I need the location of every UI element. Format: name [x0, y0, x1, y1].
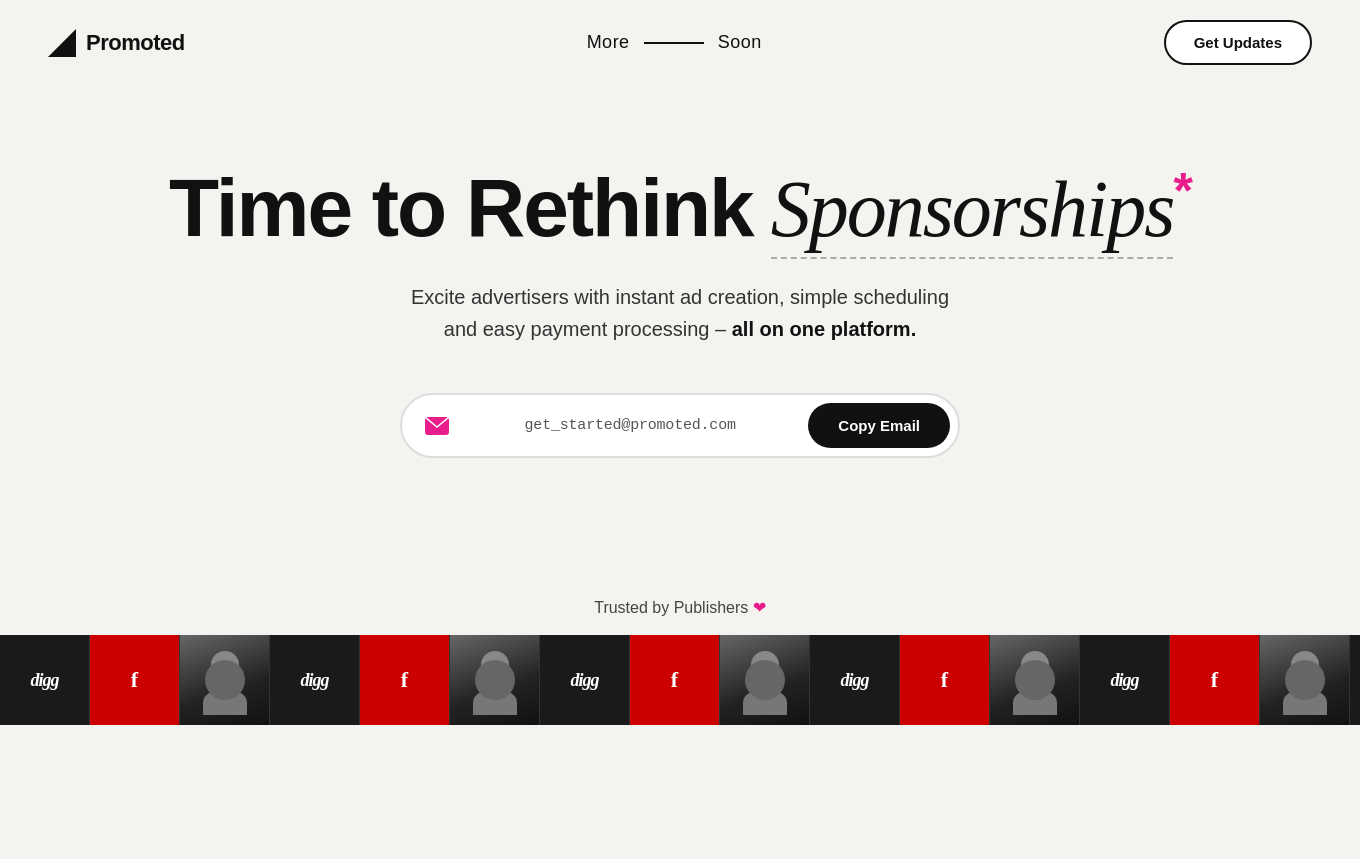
- email-icon: [422, 415, 452, 437]
- trusted-label: Trusted by Publishers ❤: [0, 598, 1360, 617]
- heart-icon: ❤: [753, 599, 766, 616]
- logo-item: f: [360, 635, 450, 725]
- logo-item: digg: [540, 635, 630, 725]
- email-widget: get_started@promoted.com Copy Email: [400, 393, 960, 458]
- hero-title-regular: Time to Rethink: [169, 165, 753, 251]
- logo-item: [720, 635, 810, 725]
- logo-item: digg: [810, 635, 900, 725]
- nav-more-label: More: [587, 32, 630, 53]
- logo-item: f: [900, 635, 990, 725]
- logo-item: f: [1170, 635, 1260, 725]
- logo-item: digg: [1350, 635, 1360, 725]
- logo-icon: [48, 29, 76, 57]
- hero-title-script: Sponsorships: [771, 165, 1174, 259]
- trusted-text: Trusted by Publishers: [594, 599, 748, 616]
- logo-strip-container: diggfdiggfdiggfdiggfdiggfdiggfdiggfdiggf…: [0, 635, 1360, 725]
- nav-divider-line: [644, 42, 704, 44]
- logo-item: f: [90, 635, 180, 725]
- logo-strip: diggfdiggfdiggfdiggfdiggfdiggfdiggfdiggf…: [0, 635, 1360, 725]
- email-address: get_started@promoted.com: [464, 417, 796, 434]
- logo-item: [990, 635, 1080, 725]
- logo-item: digg: [0, 635, 90, 725]
- logo-item: [450, 635, 540, 725]
- logo[interactable]: Promoted: [48, 29, 185, 57]
- logo-item: [1260, 635, 1350, 725]
- hero-subtitle-line1: Excite advertisers with instant ad creat…: [411, 286, 949, 308]
- logo-text: Promoted: [86, 30, 185, 56]
- hero-title-script-wrapper: Sponsorships*: [771, 165, 1191, 251]
- logo-item: [180, 635, 270, 725]
- hero-subtitle-bold: all on one platform.: [732, 318, 916, 340]
- nav-soon-label: Soon: [718, 32, 762, 53]
- hero-subtitle-line2: and easy payment processing –: [444, 318, 726, 340]
- svg-marker-0: [48, 29, 76, 57]
- hero-subtitle: Excite advertisers with instant ad creat…: [411, 281, 949, 345]
- nav-center: More Soon: [587, 32, 762, 53]
- logo-item: digg: [1080, 635, 1170, 725]
- navbar: Promoted More Soon Get Updates: [0, 0, 1360, 85]
- hero-section: Time to Rethink Sponsorships* Excite adv…: [0, 85, 1360, 518]
- trusted-section: Trusted by Publishers ❤: [0, 598, 1360, 617]
- logo-item: digg: [270, 635, 360, 725]
- hero-title-asterisk: *: [1173, 163, 1190, 219]
- copy-email-button[interactable]: Copy Email: [808, 403, 950, 448]
- get-updates-button[interactable]: Get Updates: [1164, 20, 1312, 65]
- hero-title: Time to Rethink Sponsorships*: [169, 165, 1191, 251]
- logo-item: f: [630, 635, 720, 725]
